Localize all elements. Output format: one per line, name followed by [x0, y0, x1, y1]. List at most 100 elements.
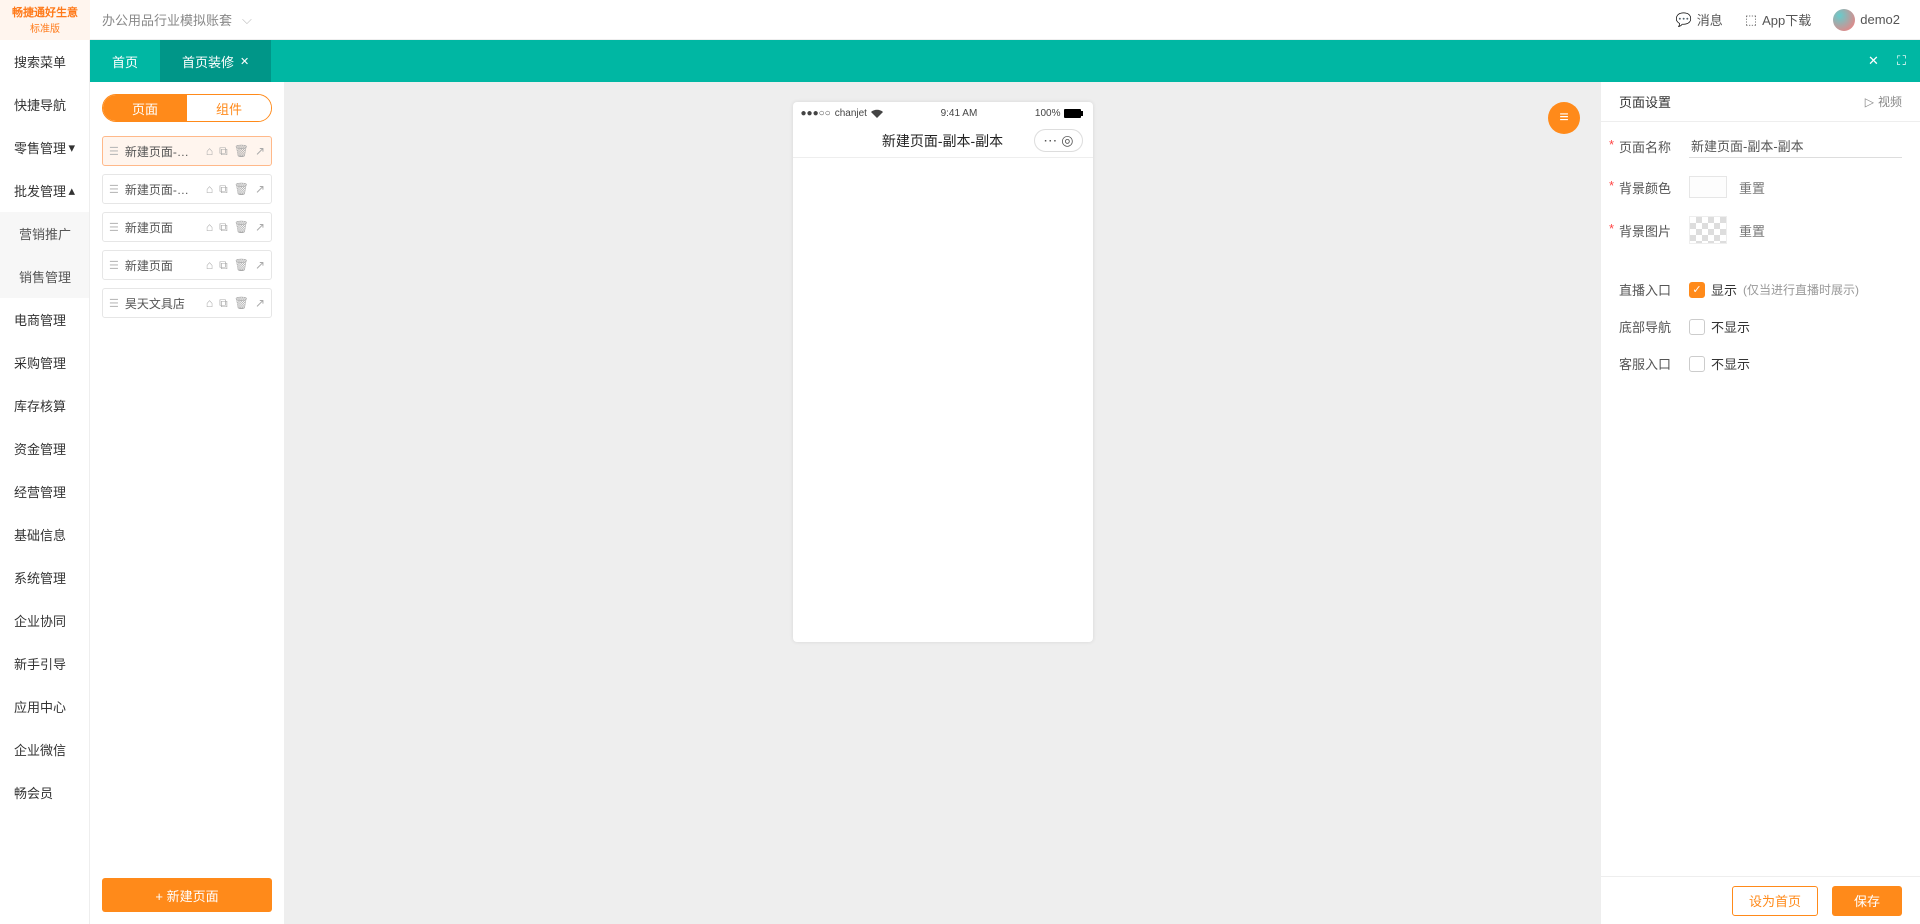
- service-checkbox[interactable]: [1689, 356, 1705, 372]
- drag-icon[interactable]: ☰: [109, 183, 119, 196]
- msg-label: 消息: [1697, 10, 1723, 29]
- sidebar-item-label: 快捷导航: [14, 95, 66, 114]
- bgimg-picker[interactable]: [1689, 216, 1727, 244]
- segment-component[interactable]: 组件: [187, 95, 271, 121]
- sidebar-item-label: 企业协同: [14, 611, 66, 630]
- sidebar-item-4[interactable]: 营销推广: [0, 212, 89, 255]
- sidebar-item-label: 企业微信: [14, 740, 66, 759]
- sidebar-item-3[interactable]: 批发管理▴: [0, 169, 89, 212]
- delete-icon[interactable]: 🗑: [234, 144, 249, 158]
- page-item-0[interactable]: ☰ 新建页面-副本… ⌂ ⧉ 🗑 ↗: [102, 136, 272, 166]
- share-icon[interactable]: ↗: [255, 220, 265, 234]
- top-right: 💬 消息 ⬚ App下载 demo2: [1676, 9, 1920, 31]
- delete-icon[interactable]: 🗑: [234, 296, 249, 310]
- sidebar-item-2[interactable]: 零售管理▾: [0, 126, 89, 169]
- bgcolor-swatch[interactable]: [1689, 176, 1727, 198]
- sidebar-item-16[interactable]: 企业微信: [0, 728, 89, 771]
- sidebar-item-7[interactable]: 采购管理: [0, 341, 89, 384]
- account-name: 办公用品行业模拟账套: [102, 10, 232, 29]
- sidebar-item-10[interactable]: 经营管理: [0, 470, 89, 513]
- share-icon[interactable]: ↗: [255, 258, 265, 272]
- bottom-nav-checkbox[interactable]: [1689, 319, 1705, 335]
- drag-icon[interactable]: ☰: [109, 297, 119, 310]
- msg-button[interactable]: 💬 消息: [1676, 10, 1723, 29]
- live-checkbox[interactable]: ✓: [1689, 282, 1705, 298]
- sidebar-item-label: 畅会员: [14, 783, 53, 802]
- tab-home[interactable]: 首页: [90, 40, 160, 82]
- sidebar-item-label: 营销推广: [19, 224, 71, 243]
- bgcolor-label: 背景颜色: [1619, 178, 1689, 197]
- sidebar-item-6[interactable]: 电商管理: [0, 298, 89, 341]
- copy-icon[interactable]: ⧉: [219, 258, 228, 273]
- page-name-input[interactable]: [1689, 134, 1902, 158]
- sidebar-item-8[interactable]: 库存核算: [0, 384, 89, 427]
- copy-icon[interactable]: ⧉: [219, 182, 228, 197]
- carrier-text: chanjet: [835, 108, 867, 119]
- share-icon[interactable]: ↗: [255, 296, 265, 310]
- sidebar-item-15[interactable]: 应用中心: [0, 685, 89, 728]
- home-icon[interactable]: ⌂: [206, 182, 213, 196]
- sidebar-item-label: 应用中心: [14, 697, 66, 716]
- sidebar-item-13[interactable]: 企业协同: [0, 599, 89, 642]
- sidebar-item-9[interactable]: 资金管理: [0, 427, 89, 470]
- page-item-2[interactable]: ☰新建页面⌂⧉🗑↗: [102, 212, 272, 242]
- home-icon[interactable]: ⌂: [206, 144, 213, 158]
- segment-page[interactable]: 页面: [103, 95, 187, 121]
- target-icon: ◎: [1061, 132, 1073, 149]
- page-item-1[interactable]: ☰新建页面-副本⌂⧉🗑↗: [102, 174, 272, 204]
- bgimg-reset[interactable]: 重置: [1739, 221, 1765, 240]
- new-page-button[interactable]: + 新建页面: [102, 878, 272, 912]
- sidebar-item-11[interactable]: 基础信息: [0, 513, 89, 556]
- bottom-nav-opt-text: 不显示: [1711, 317, 1750, 336]
- sidebar-item-0[interactable]: 搜索菜单: [0, 40, 89, 83]
- share-icon[interactable]: ↗: [255, 144, 265, 158]
- app-download-button[interactable]: ⬚ App下载: [1745, 10, 1811, 29]
- user-menu[interactable]: demo2: [1833, 9, 1900, 31]
- status-bar: ●●●○○ chanjet 9:41 AM 100%: [793, 102, 1093, 124]
- sidebar-item-17[interactable]: 畅会员: [0, 771, 89, 814]
- tab-active[interactable]: 首页装修 ✕: [160, 40, 271, 82]
- live-hint: (仅当进行直播时展示): [1743, 281, 1859, 298]
- copy-icon[interactable]: ⧉: [219, 296, 228, 311]
- sidebar-item-label: 批发管理: [14, 181, 66, 200]
- account-select[interactable]: 办公用品行业模拟账套 ⌵: [102, 10, 252, 29]
- set-home-button[interactable]: 设为首页: [1732, 886, 1818, 916]
- page-item-name: 新建页面: [125, 257, 200, 274]
- delete-icon[interactable]: 🗑: [234, 258, 249, 272]
- close-icon[interactable]: ✕: [240, 55, 249, 68]
- sidebar-item-1[interactable]: 快捷导航: [0, 83, 89, 126]
- phone-preview: ●●●○○ chanjet 9:41 AM 100%: [793, 102, 1093, 642]
- miniprogram-capsule: ⋯ ◎: [1034, 129, 1082, 152]
- copy-icon[interactable]: ⧉: [219, 220, 228, 235]
- bgcolor-reset[interactable]: 重置: [1739, 178, 1765, 197]
- chevron-icon: ▾: [68, 140, 75, 156]
- wifi-icon: [871, 109, 883, 118]
- page-item-4[interactable]: ☰昊天文具店⌂⧉🗑↗: [102, 288, 272, 318]
- settings-title: 页面设置: [1619, 92, 1671, 111]
- home-icon[interactable]: ⌂: [206, 296, 213, 310]
- sidebar-item-14[interactable]: 新手引导: [0, 642, 89, 685]
- new-page-label: + 新建页面: [155, 886, 218, 905]
- phone-title-text: 新建页面-副本-副本: [882, 131, 1003, 151]
- delete-icon[interactable]: 🗑: [234, 220, 249, 234]
- page-item-3[interactable]: ☰ 新建页面 ⌂ ⧉ 🗑 ↗: [102, 250, 272, 280]
- delete-icon[interactable]: 🗑: [234, 182, 249, 196]
- sidebar-item-5[interactable]: 销售管理: [0, 255, 89, 298]
- sidebar-item-label: 采购管理: [14, 353, 66, 372]
- save-button[interactable]: 保存: [1832, 886, 1902, 916]
- drag-icon[interactable]: ☰: [109, 259, 119, 272]
- drag-icon[interactable]: ☰: [109, 145, 119, 158]
- copy-icon[interactable]: ⧉: [219, 144, 228, 159]
- sidebar-item-12[interactable]: 系统管理: [0, 556, 89, 599]
- battery-text: 100%: [1035, 108, 1061, 119]
- collapse-panel-button[interactable]: ≡: [1548, 102, 1580, 134]
- close-all-icon[interactable]: ✕: [1868, 53, 1879, 69]
- chat-icon: 💬: [1676, 12, 1692, 28]
- drag-icon[interactable]: ☰: [109, 221, 119, 234]
- video-link[interactable]: ▷ 视频: [1865, 93, 1902, 110]
- page-item-name: 新建页面-副本…: [125, 143, 200, 160]
- home-icon[interactable]: ⌂: [206, 258, 213, 272]
- home-icon[interactable]: ⌂: [206, 220, 213, 234]
- share-icon[interactable]: ↗: [255, 182, 265, 196]
- fullscreen-icon[interactable]: ⛶: [1897, 53, 1906, 69]
